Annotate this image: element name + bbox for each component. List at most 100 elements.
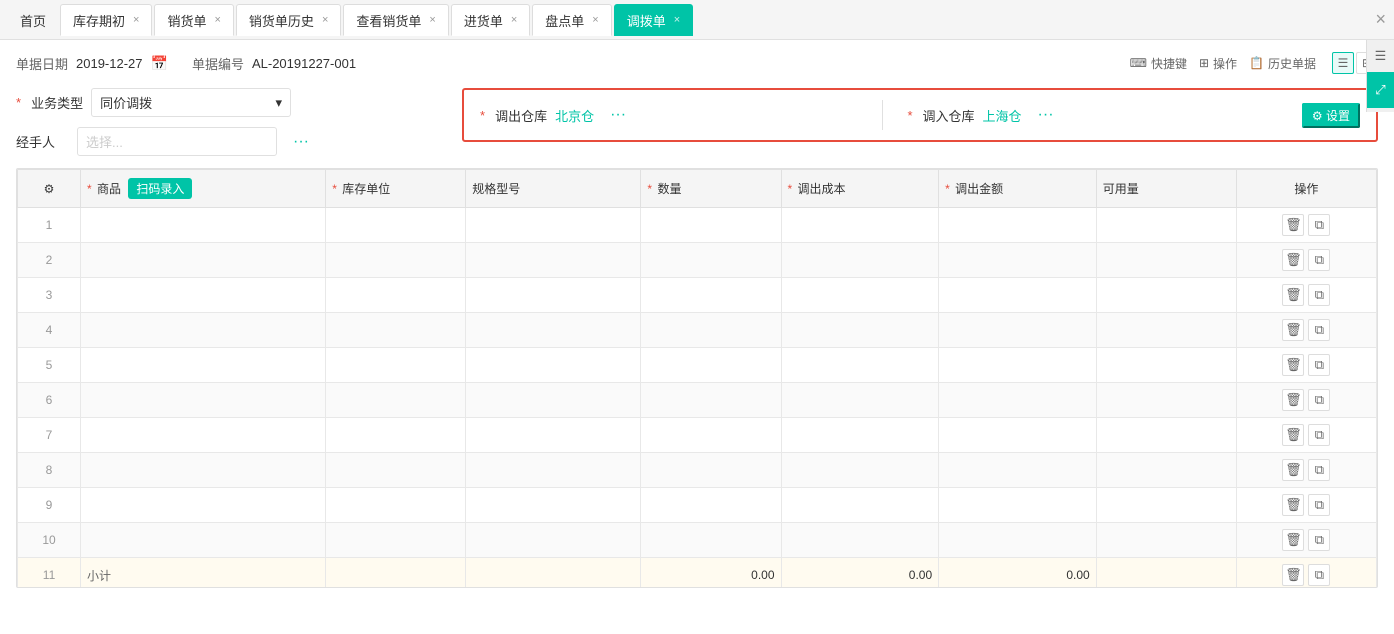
cell-cost[interactable] [781,453,939,488]
cell-product[interactable] [81,348,326,383]
copy-btn[interactable]: ⧉ [1308,424,1330,446]
shortcut-btn[interactable]: ⌨ 快捷键 [1130,55,1187,72]
cell-unit[interactable] [326,313,466,348]
close-tab-view-sales[interactable]: × [429,14,435,26]
copy-btn[interactable]: ⧉ [1308,564,1330,586]
cell-unit[interactable] [326,418,466,453]
scan-input-btn[interactable]: 扫码录入 [128,178,192,199]
operation-btn[interactable]: ⊞ 操作 [1199,55,1237,72]
cell-cost[interactable] [781,313,939,348]
cell-product[interactable] [81,488,326,523]
copy-btn[interactable]: ⧉ [1308,494,1330,516]
cell-cost[interactable] [781,418,939,453]
cell-amount[interactable] [939,383,1097,418]
delete-btn[interactable]: 🗑 [1282,529,1304,551]
tab-inventory-init[interactable]: 库存期初 × [60,4,152,36]
cell-spec[interactable] [466,243,641,278]
business-type-select[interactable]: 同价调拨 ▾ [91,88,291,117]
cell-qty[interactable] [641,313,781,348]
cell-qty[interactable] [641,418,781,453]
cell-product[interactable] [81,278,326,313]
delete-btn[interactable]: 🗑 [1282,459,1304,481]
cell-unit[interactable] [326,488,466,523]
cell-qty[interactable] [641,383,781,418]
cell-amount[interactable] [939,243,1097,278]
settings-apply-btn[interactable]: ⚙ 设置 [1302,103,1360,128]
copy-btn[interactable]: ⧉ [1308,529,1330,551]
tab-purchase-order[interactable]: 进货单 × [451,4,530,36]
warehouse-out-more-btn[interactable]: ··· [610,106,626,124]
tab-inventory-check[interactable]: 盘点单 × [532,4,611,36]
cell-product[interactable] [81,243,326,278]
handler-more-btn[interactable]: ··· [293,133,309,151]
cell-amount[interactable] [939,208,1097,243]
cell-qty[interactable] [641,278,781,313]
delete-btn[interactable]: 🗑 [1282,214,1304,236]
cell-spec[interactable] [466,313,641,348]
copy-btn[interactable]: ⧉ [1308,459,1330,481]
cell-unit[interactable] [326,523,466,558]
cell-product[interactable] [81,383,326,418]
delete-btn[interactable]: 🗑 [1282,564,1304,586]
calendar-icon[interactable]: 📅 [151,55,168,72]
tab-transfer-order[interactable]: 调拨单 × [614,4,693,36]
cell-product[interactable] [81,418,326,453]
cell-cost[interactable] [781,243,939,278]
cell-product[interactable] [81,313,326,348]
close-tab-transfer-order[interactable]: × [674,14,680,26]
cell-unit[interactable] [326,243,466,278]
tab-sales-history[interactable]: 销货单历史 × [236,4,341,36]
close-tab-sales-order[interactable]: × [214,14,220,26]
cell-amount[interactable] [939,348,1097,383]
cell-qty[interactable] [641,243,781,278]
tab-view-sales[interactable]: 查看销货单 × [343,4,448,36]
cell-unit[interactable] [326,208,466,243]
cell-spec[interactable] [466,488,641,523]
delete-btn[interactable]: 🗑 [1282,494,1304,516]
cell-unit[interactable] [326,383,466,418]
warehouse-in-more-btn[interactable]: ··· [1038,106,1054,124]
cell-cost[interactable] [781,488,939,523]
layout-btn-list[interactable]: ☰ [1332,52,1354,74]
handler-select[interactable]: 选择... [77,127,277,156]
cell-qty[interactable] [641,523,781,558]
copy-btn[interactable]: ⧉ [1308,389,1330,411]
cell-amount[interactable] [939,418,1097,453]
tab-home[interactable]: 首页 [8,4,58,36]
cell-unit[interactable] [326,348,466,383]
history-btn[interactable]: 📋 历史单据 [1249,55,1316,72]
copy-btn[interactable]: ⧉ [1308,354,1330,376]
th-settings[interactable]: ⚙ [18,170,81,208]
cell-product[interactable] [81,523,326,558]
cell-amount[interactable] [939,278,1097,313]
delete-btn[interactable]: 🗑 [1282,389,1304,411]
copy-btn[interactable]: ⧉ [1308,284,1330,306]
close-tab-sales-history[interactable]: × [322,14,328,26]
delete-btn[interactable]: 🗑 [1282,249,1304,271]
cell-spec[interactable] [466,278,641,313]
delete-btn[interactable]: 🗑 [1282,319,1304,341]
copy-btn[interactable]: ⧉ [1308,214,1330,236]
close-tab-inventory-init[interactable]: × [133,14,139,26]
cell-qty[interactable] [641,453,781,488]
cell-amount[interactable] [939,488,1097,523]
warehouse-out-value[interactable]: 北京仓 [555,106,594,125]
delete-btn[interactable]: 🗑 [1282,354,1304,376]
cell-amount[interactable] [939,453,1097,488]
sidebar-expand-btn[interactable]: ⤢ [1367,72,1394,108]
cell-spec[interactable] [466,383,641,418]
copy-btn[interactable]: ⧉ [1308,249,1330,271]
copy-btn[interactable]: ⧉ [1308,319,1330,341]
cell-product[interactable] [81,453,326,488]
close-window-btn[interactable]: × [1375,9,1386,30]
cell-qty[interactable] [641,488,781,523]
close-tab-inventory-check[interactable]: × [592,14,598,26]
cell-cost[interactable] [781,523,939,558]
cell-amount[interactable] [939,523,1097,558]
cell-spec[interactable] [466,418,641,453]
cell-qty[interactable] [641,208,781,243]
close-tab-purchase-order[interactable]: × [511,14,517,26]
cell-amount[interactable] [939,313,1097,348]
cell-spec[interactable] [466,208,641,243]
cell-cost[interactable] [781,383,939,418]
